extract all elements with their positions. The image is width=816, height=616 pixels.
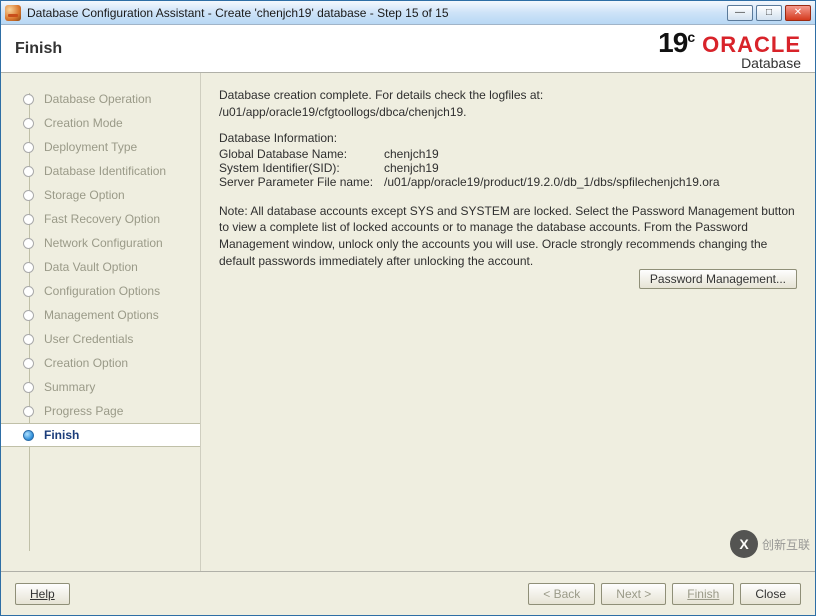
close-wizard-button[interactable]: Close bbox=[740, 583, 801, 605]
window-controls: — □ ✕ bbox=[727, 5, 811, 21]
step-dot-icon bbox=[23, 94, 34, 105]
password-management-button[interactable]: Password Management... bbox=[639, 269, 797, 289]
step-dot-icon bbox=[23, 142, 34, 153]
page-title: Finish bbox=[15, 40, 62, 58]
sidebar-label: Management Options bbox=[44, 308, 159, 322]
sidebar-label: User Credentials bbox=[44, 332, 133, 346]
step-dot-icon bbox=[23, 430, 34, 441]
sidebar-label: Configuration Options bbox=[44, 284, 160, 298]
gdn-label: Global Database Name: bbox=[219, 147, 384, 161]
sidebar-label: Summary bbox=[44, 380, 95, 394]
info-row-sid: System Identifier(SID): chenjch19 bbox=[219, 161, 797, 175]
info-row-gdn: Global Database Name: chenjch19 bbox=[219, 147, 797, 161]
sidebar-item: Management Options bbox=[1, 303, 200, 327]
sidebar-label: Finish bbox=[44, 428, 79, 442]
sidebar-item: Storage Option bbox=[1, 183, 200, 207]
step-dot-icon bbox=[23, 382, 34, 393]
oracle-sub-text: Database bbox=[741, 56, 801, 70]
sidebar-label: Deployment Type bbox=[44, 140, 137, 154]
sidebar-item: Data Vault Option bbox=[1, 255, 200, 279]
step-dot-icon bbox=[23, 190, 34, 201]
sidebar: Database Operation Creation Mode Deploym… bbox=[1, 73, 201, 571]
window-frame: Database Configuration Assistant - Creat… bbox=[0, 0, 816, 616]
body: Database Operation Creation Mode Deploym… bbox=[1, 73, 815, 571]
completion-line1: Database creation complete. For details … bbox=[219, 88, 543, 102]
back-button[interactable]: < Back bbox=[528, 583, 595, 605]
help-button[interactable]: Help bbox=[15, 583, 70, 605]
sidebar-label: Network Configuration bbox=[44, 236, 163, 250]
sidebar-item: Creation Mode bbox=[1, 111, 200, 135]
step-dot-icon bbox=[23, 262, 34, 273]
sidebar-item: Creation Option bbox=[1, 351, 200, 375]
close-button[interactable]: ✕ bbox=[785, 5, 811, 21]
sidebar-item: Configuration Options bbox=[1, 279, 200, 303]
gdn-value: chenjch19 bbox=[384, 147, 797, 161]
step-dot-icon bbox=[23, 214, 34, 225]
watermark: X 创新互联 bbox=[730, 530, 810, 558]
step-dot-icon bbox=[23, 286, 34, 297]
java-icon bbox=[5, 5, 21, 21]
sidebar-item: Database Operation bbox=[1, 87, 200, 111]
header: Finish 19c ORACLE Database bbox=[1, 25, 815, 73]
sidebar-item: Network Configuration bbox=[1, 231, 200, 255]
sidebar-label: Database Identification bbox=[44, 164, 166, 178]
completion-message: Database creation complete. For details … bbox=[219, 87, 797, 121]
step-dot-icon bbox=[23, 406, 34, 417]
sidebar-label: Data Vault Option bbox=[44, 260, 138, 274]
oracle-brand: 19c ORACLE Database bbox=[658, 27, 801, 70]
step-dot-icon bbox=[23, 118, 34, 129]
sid-value: chenjch19 bbox=[384, 161, 797, 175]
titlebar[interactable]: Database Configuration Assistant - Creat… bbox=[1, 1, 815, 25]
main-content: Database creation complete. For details … bbox=[201, 73, 815, 571]
note-text: Note: All database accounts except SYS a… bbox=[219, 203, 797, 270]
maximize-button[interactable]: □ bbox=[756, 5, 782, 21]
watermark-text: 创新互联 bbox=[762, 536, 810, 553]
next-button[interactable]: Next > bbox=[601, 583, 666, 605]
info-row-spfile: Server Parameter File name: /u01/app/ora… bbox=[219, 175, 797, 189]
finish-button[interactable]: Finish bbox=[672, 583, 734, 605]
sidebar-label: Storage Option bbox=[44, 188, 125, 202]
sidebar-label: Database Operation bbox=[44, 92, 151, 106]
version-label: 19c bbox=[658, 27, 694, 59]
step-dot-icon bbox=[23, 238, 34, 249]
spfile-label: Server Parameter File name: bbox=[219, 175, 384, 189]
sidebar-label: Creation Mode bbox=[44, 116, 123, 130]
sidebar-label: Fast Recovery Option bbox=[44, 212, 160, 226]
oracle-logo-text: ORACLE bbox=[702, 34, 801, 56]
sidebar-item: Summary bbox=[1, 375, 200, 399]
db-info-header: Database Information: bbox=[219, 131, 797, 145]
sidebar-label: Progress Page bbox=[44, 404, 123, 418]
sidebar-item: Progress Page bbox=[1, 399, 200, 423]
sid-label: System Identifier(SID): bbox=[219, 161, 384, 175]
nav-buttons: < Back Next > Finish Close bbox=[528, 583, 801, 605]
footer: Help < Back Next > Finish Close bbox=[1, 571, 815, 615]
sidebar-item: User Credentials bbox=[1, 327, 200, 351]
step-dot-icon bbox=[23, 166, 34, 177]
sidebar-item: Database Identification bbox=[1, 159, 200, 183]
step-dot-icon bbox=[23, 358, 34, 369]
sidebar-item: Deployment Type bbox=[1, 135, 200, 159]
sidebar-item: Fast Recovery Option bbox=[1, 207, 200, 231]
sidebar-label: Creation Option bbox=[44, 356, 128, 370]
spfile-value: /u01/app/oracle19/product/19.2.0/db_1/db… bbox=[384, 175, 797, 189]
step-dot-icon bbox=[23, 310, 34, 321]
completion-line2: /u01/app/oracle19/cfgtoollogs/dbca/chenj… bbox=[219, 105, 467, 119]
window-title: Database Configuration Assistant - Creat… bbox=[27, 6, 727, 20]
sidebar-item-finish: Finish bbox=[1, 423, 200, 447]
minimize-button[interactable]: — bbox=[727, 5, 753, 21]
step-dot-icon bbox=[23, 334, 34, 345]
watermark-logo-icon: X bbox=[730, 530, 758, 558]
